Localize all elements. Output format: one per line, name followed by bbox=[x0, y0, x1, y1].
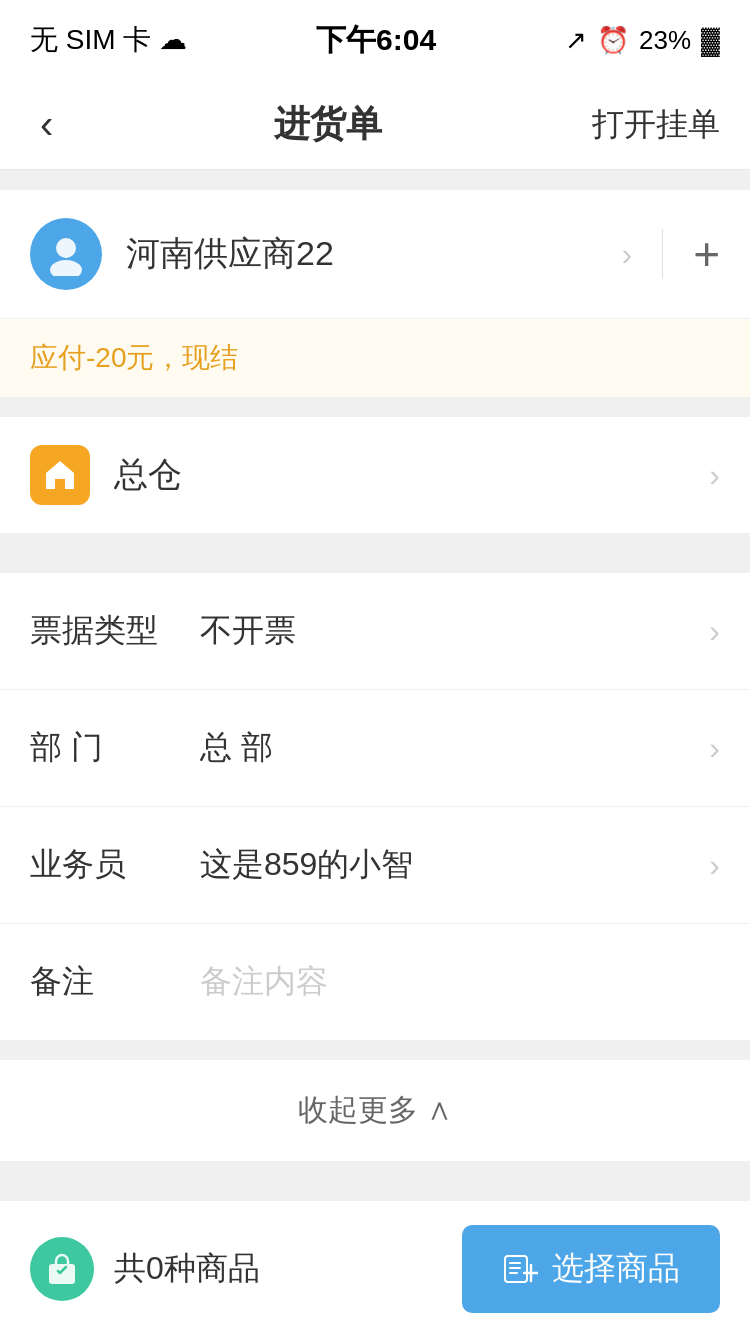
department-value: 总 部 bbox=[170, 726, 709, 770]
salesperson-chevron-icon: › bbox=[709, 847, 720, 884]
add-supplier-icon[interactable]: + bbox=[693, 227, 720, 281]
status-time: 下午6:04 bbox=[316, 20, 436, 61]
user-icon bbox=[44, 232, 88, 276]
remark-label: 备注 bbox=[30, 960, 170, 1004]
collapse-section: 收起更多 ∧ bbox=[0, 1060, 750, 1161]
warehouse-icon bbox=[30, 445, 90, 505]
alarm-icon: ⏰ bbox=[597, 25, 629, 56]
salesperson-label: 业务员 bbox=[30, 843, 170, 887]
collapse-button[interactable]: 收起更多 ∧ bbox=[298, 1090, 451, 1131]
invoice-type-row[interactable]: 票据类型 不开票 › bbox=[0, 573, 750, 690]
svg-point-1 bbox=[50, 260, 82, 276]
product-count-wrapper: 共0种商品 bbox=[30, 1237, 260, 1301]
status-left: 无 SIM 卡 ☁ bbox=[30, 21, 187, 59]
nav-bar: ‹ 进货单 打开挂单 bbox=[0, 80, 750, 170]
svg-point-0 bbox=[56, 238, 76, 258]
vertical-divider bbox=[662, 229, 663, 279]
product-bag-icon bbox=[30, 1237, 94, 1301]
supplier-chevron-icon: › bbox=[621, 236, 632, 273]
salesperson-row[interactable]: 业务员 这是859的小智 › bbox=[0, 807, 750, 924]
supplier-section: 河南供应商22 › + 应付-20元，现结 bbox=[0, 190, 750, 397]
form-section: 票据类型 不开票 › 部 门 总 部 › 业务员 这是859的小智 › 备注 备… bbox=[0, 573, 750, 1040]
remark-row[interactable]: 备注 备注内容 bbox=[0, 924, 750, 1040]
department-label: 部 门 bbox=[30, 726, 170, 770]
invoice-type-chevron-icon: › bbox=[709, 613, 720, 650]
warehouse-chevron-icon: › bbox=[709, 457, 720, 494]
invoice-type-label: 票据类型 bbox=[30, 609, 170, 653]
status-bar: 无 SIM 卡 ☁ 下午6:04 ↗ ⏰ 23% ▓ bbox=[0, 0, 750, 80]
supplier-avatar bbox=[30, 218, 102, 290]
house-icon bbox=[42, 457, 78, 493]
remark-placeholder: 备注内容 bbox=[170, 960, 720, 1004]
supplier-actions: › + bbox=[621, 227, 720, 281]
sim-status: 无 SIM 卡 ☁ bbox=[30, 21, 187, 59]
page-title: 进货单 bbox=[274, 100, 382, 149]
svg-rect-2 bbox=[49, 1264, 75, 1284]
mid-divider2 bbox=[0, 533, 750, 553]
warehouse-name: 总仓 bbox=[114, 452, 709, 498]
department-row[interactable]: 部 门 总 部 › bbox=[0, 690, 750, 807]
invoice-type-value: 不开票 bbox=[170, 609, 709, 653]
bottom-bar: 共0种商品 选择商品 bbox=[0, 1201, 750, 1334]
product-count-text: 共0种商品 bbox=[114, 1247, 260, 1291]
back-button[interactable]: ‹ bbox=[30, 92, 63, 157]
notice-banner: 应付-20元，现结 bbox=[0, 319, 750, 397]
status-right: ↗ ⏰ 23% ▓ bbox=[565, 25, 720, 56]
battery-icon: ▓ bbox=[701, 25, 720, 56]
select-product-button[interactable]: 选择商品 bbox=[462, 1225, 720, 1313]
location-icon: ↗ bbox=[565, 25, 587, 56]
salesperson-value: 这是859的小智 bbox=[170, 843, 709, 887]
top-divider bbox=[0, 170, 750, 190]
battery-level: 23% bbox=[639, 25, 691, 56]
supplier-name: 河南供应商22 bbox=[126, 231, 621, 277]
mid-divider1 bbox=[0, 397, 750, 417]
open-pending-button[interactable]: 打开挂单 bbox=[592, 103, 720, 147]
shopping-bag-icon bbox=[43, 1250, 81, 1288]
supplier-row[interactable]: 河南供应商22 › + bbox=[0, 190, 750, 319]
bottom-divider bbox=[0, 1161, 750, 1181]
select-product-label: 选择商品 bbox=[552, 1247, 680, 1291]
department-chevron-icon: › bbox=[709, 730, 720, 767]
select-product-icon bbox=[502, 1251, 538, 1287]
warehouse-row[interactable]: 总仓 › bbox=[0, 417, 750, 533]
page-container: 无 SIM 卡 ☁ 下午6:04 ↗ ⏰ 23% ▓ ‹ 进货单 打开挂单 河南… bbox=[0, 0, 750, 1334]
